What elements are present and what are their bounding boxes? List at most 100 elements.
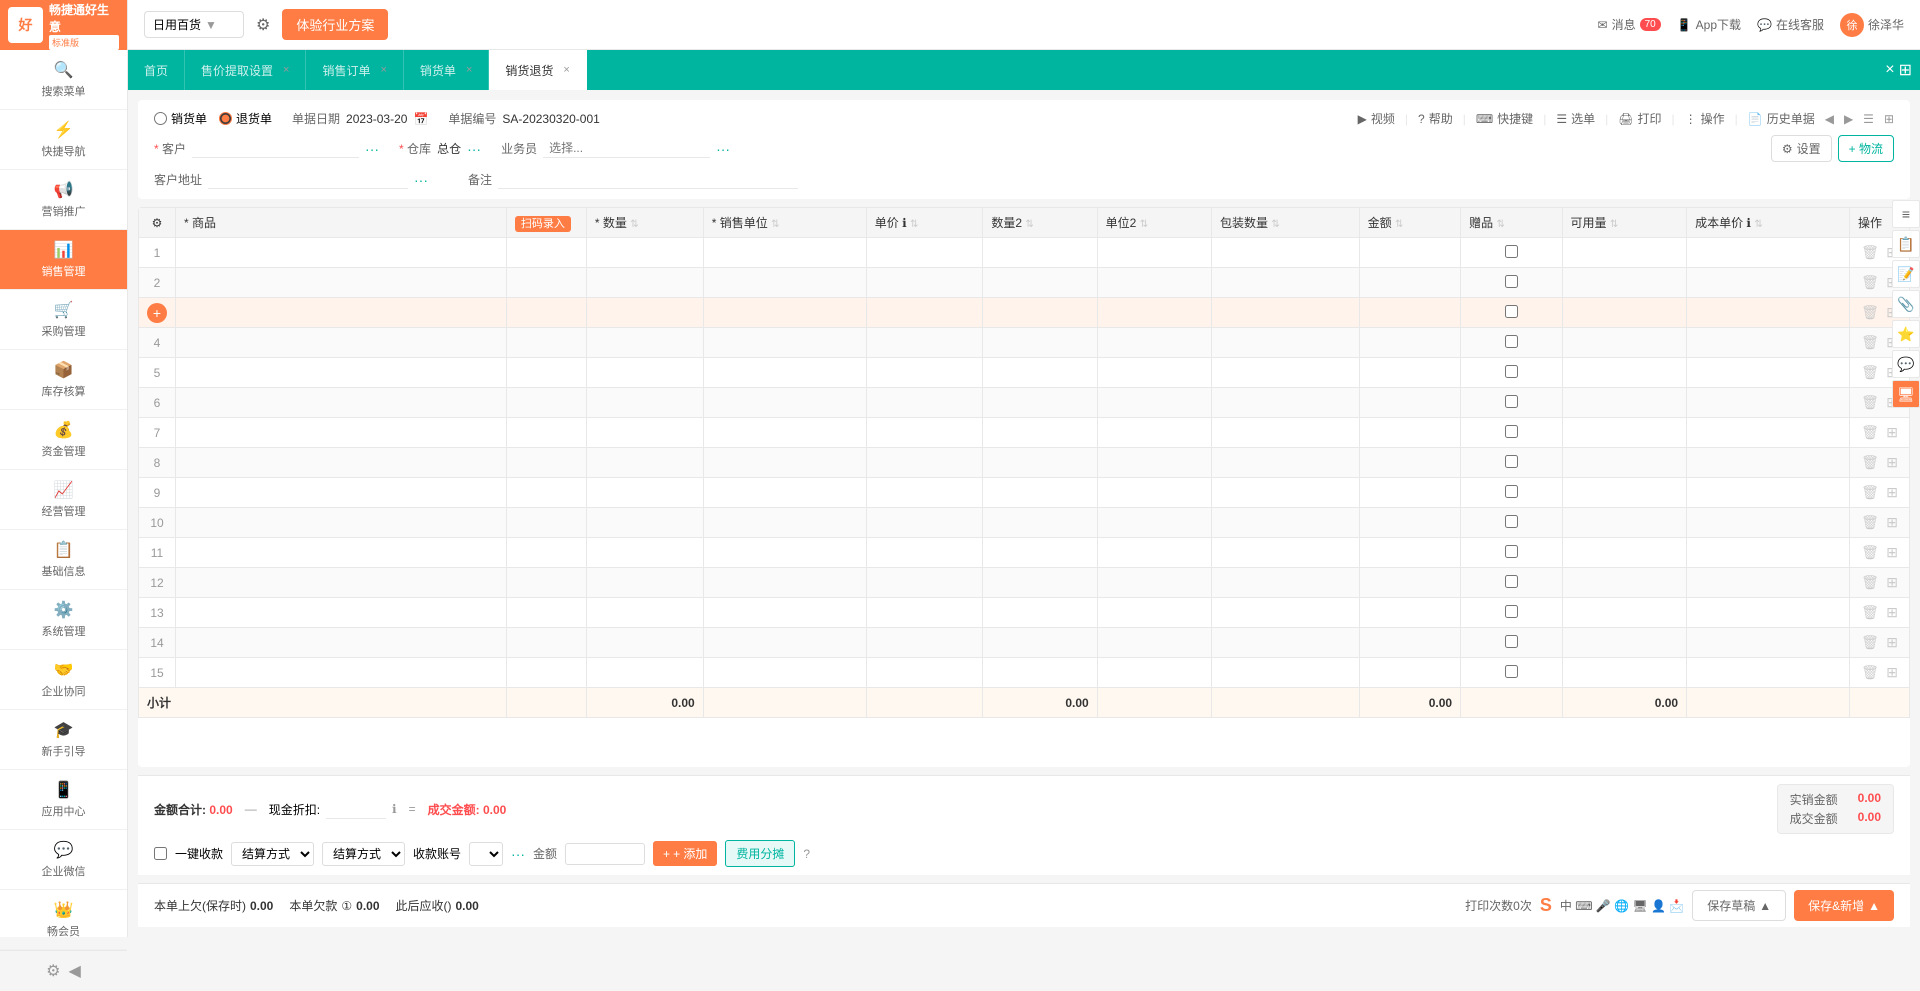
amount-cell[interactable] [1359, 298, 1460, 328]
gift-checkbox[interactable] [1505, 245, 1518, 258]
cost-price-cell[interactable] [1687, 268, 1850, 298]
amount-cell[interactable] [1359, 358, 1460, 388]
sidebar-item-purchase[interactable]: 🛒 采购管理 [0, 290, 127, 350]
delete-icon[interactable]: 🗑 [1861, 634, 1879, 650]
right-tool-7[interactable]: 🖥 [1892, 380, 1920, 408]
available-cell[interactable] [1562, 628, 1687, 658]
package-qty-cell[interactable] [1211, 568, 1359, 598]
quantity2-cell[interactable] [983, 448, 1097, 478]
gift-checkbox[interactable] [1505, 455, 1518, 468]
available-cell[interactable] [1562, 568, 1687, 598]
try-solution-button[interactable]: 体验行业方案 [282, 9, 388, 40]
gift-checkbox[interactable] [1505, 605, 1518, 618]
discount-input[interactable] [326, 800, 386, 819]
quantity2-cell[interactable] [983, 238, 1097, 268]
settings-button[interactable]: ⚙ 设置 [1771, 135, 1832, 162]
right-tool-5[interactable]: ⭐ [1892, 320, 1920, 348]
unit-price-cell[interactable] [866, 388, 983, 418]
warehouse-select-btn[interactable]: ··· [467, 141, 481, 157]
unit-price-cell[interactable] [866, 358, 983, 388]
copy-icon[interactable]: ⊞ [1886, 484, 1898, 500]
package-qty-cell[interactable] [1211, 298, 1359, 328]
available-cell[interactable] [1562, 418, 1687, 448]
unit2-cell[interactable] [1097, 358, 1211, 388]
amount-cell[interactable] [1359, 328, 1460, 358]
unit2-cell[interactable] [1097, 628, 1211, 658]
amount-cell[interactable] [1359, 388, 1460, 418]
cost-price-cell[interactable] [1687, 598, 1850, 628]
sale-unit-cell[interactable] [703, 388, 866, 418]
quantity2-cell[interactable] [983, 628, 1097, 658]
gift-checkbox[interactable] [1505, 665, 1518, 678]
amount-cell[interactable] [1359, 568, 1460, 598]
product-cell[interactable] [176, 508, 507, 538]
toolbar-help[interactable]: ?帮助 [1418, 110, 1453, 127]
unit2-cell[interactable] [1097, 658, 1211, 688]
available-cell[interactable] [1562, 328, 1687, 358]
quantity-cell[interactable] [586, 568, 703, 598]
payment-amount-input[interactable] [565, 843, 645, 865]
unit2-cell[interactable] [1097, 598, 1211, 628]
calendar-icon[interactable]: 📅 [413, 112, 428, 126]
unit-price-cell[interactable] [866, 628, 983, 658]
product-cell[interactable] [176, 358, 507, 388]
quantity2-cell[interactable] [983, 268, 1097, 298]
quantity-cell[interactable] [586, 448, 703, 478]
product-cell[interactable] [176, 418, 507, 448]
view-list-icon[interactable]: ☰ [1863, 112, 1874, 126]
sidebar-item-apps[interactable]: 📱 应用中心 [0, 770, 127, 830]
sale-unit-cell[interactable] [703, 358, 866, 388]
product-cell[interactable] [176, 628, 507, 658]
department-select[interactable]: 日用百货 ▼ [144, 11, 244, 38]
product-input[interactable] [184, 306, 498, 320]
unit2-cell[interactable] [1097, 268, 1211, 298]
gift-checkbox[interactable] [1505, 515, 1518, 528]
product-cell[interactable] [176, 538, 507, 568]
delete-icon[interactable]: 🗑 [1861, 274, 1879, 290]
package-qty-cell[interactable] [1211, 538, 1359, 568]
cost-price-cell[interactable] [1687, 568, 1850, 598]
tab-close-all-icon[interactable]: × [1885, 61, 1894, 79]
product-cell[interactable] [176, 238, 507, 268]
quantity-cell[interactable] [586, 478, 703, 508]
quantity-cell[interactable] [586, 298, 703, 328]
quantity-cell[interactable] [586, 418, 703, 448]
gift-checkbox[interactable] [1505, 425, 1518, 438]
unit-price-cell[interactable] [866, 298, 983, 328]
unit2-cell[interactable] [1097, 388, 1211, 418]
add-row-button[interactable]: + [147, 303, 167, 323]
package-qty-cell[interactable] [1211, 508, 1359, 538]
amount-cell[interactable] [1359, 448, 1460, 478]
remark-input[interactable] [498, 170, 798, 189]
sidebar-item-system[interactable]: ⚙️ 系统管理 [0, 590, 127, 650]
add-logistics-button[interactable]: + 物流 [1838, 135, 1894, 162]
unit-price-cell[interactable] [866, 538, 983, 568]
amount-cell[interactable] [1359, 238, 1460, 268]
quantity2-cell[interactable] [983, 388, 1097, 418]
unit-price-cell[interactable] [866, 568, 983, 598]
cost-price-cell[interactable] [1687, 478, 1850, 508]
app-download-button[interactable]: 📱 App下载 [1677, 16, 1741, 33]
amount-cell[interactable] [1359, 508, 1460, 538]
tab-price-extract[interactable]: 售价提取设置 × [185, 50, 306, 90]
amount-cell[interactable] [1359, 418, 1460, 448]
quantity-cell[interactable] [586, 538, 703, 568]
toolbar-history[interactable]: 📄历史单据 [1748, 110, 1815, 127]
cost-price-cell[interactable] [1687, 358, 1850, 388]
quantity-cell[interactable] [586, 358, 703, 388]
package-qty-cell[interactable] [1211, 418, 1359, 448]
delete-icon[interactable]: 🗑 [1861, 664, 1879, 680]
staff-input[interactable] [543, 139, 710, 158]
tab-close-sales-order[interactable]: × [380, 64, 386, 76]
product-cell[interactable] [176, 568, 507, 598]
unit2-cell[interactable] [1097, 238, 1211, 268]
one-click-payment-checkbox[interactable] [154, 847, 167, 860]
quantity2-cell[interactable] [983, 478, 1097, 508]
package-qty-cell[interactable] [1211, 388, 1359, 418]
quantity-cell[interactable] [586, 508, 703, 538]
package-qty-cell[interactable] [1211, 238, 1359, 268]
available-cell[interactable] [1562, 298, 1687, 328]
unit2-cell[interactable] [1097, 418, 1211, 448]
unit-price-cell[interactable] [866, 328, 983, 358]
sidebar-item-operations[interactable]: 📈 经营管理 [0, 470, 127, 530]
